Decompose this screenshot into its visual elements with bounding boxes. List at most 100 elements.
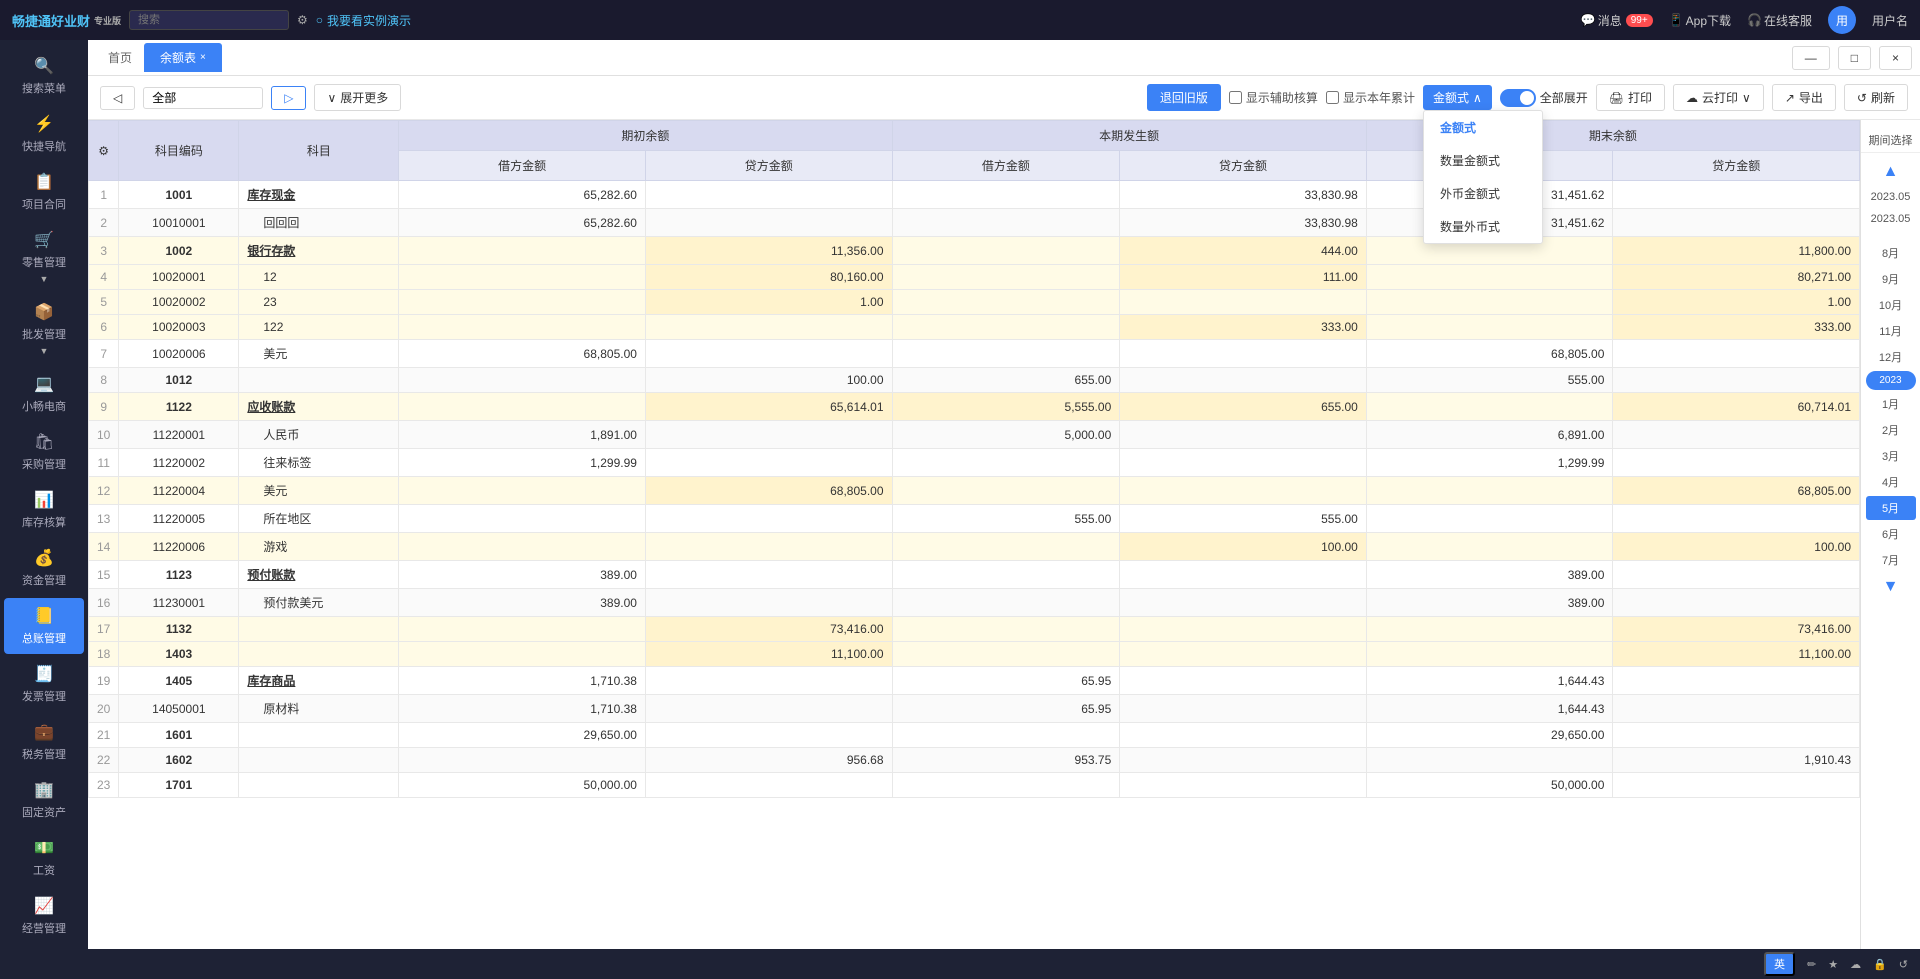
row-name-cell[interactable] <box>239 748 399 773</box>
table-row[interactable]: 17113273,416.0073,416.00 <box>89 617 1860 642</box>
cloud-print-btn[interactable]: ☁ 云打印 ∨ <box>1673 84 1764 111</box>
row-name-cell[interactable]: 美元 <box>239 477 399 505</box>
table-row[interactable]: 1411220006游戏100.00100.00 <box>89 533 1860 561</box>
row-name-cell[interactable] <box>239 723 399 748</box>
table-row[interactable]: 610020003122333.00333.00 <box>89 315 1860 340</box>
table-row[interactable]: 91122应收账款65,614.015,555.00655.0060,714.0… <box>89 393 1860 421</box>
download-btn[interactable]: 📱 App下载 <box>1669 12 1731 29</box>
table-row[interactable]: 1211220004美元68,805.0068,805.00 <box>89 477 1860 505</box>
tab-balance-sheet[interactable]: 余额表 × <box>144 43 222 72</box>
row-name-cell[interactable]: 银行存款 <box>239 237 399 265</box>
sidebar-item-management[interactable]: 📈 经营管理 <box>4 888 84 944</box>
col-settings-header[interactable]: ⚙ <box>89 121 119 181</box>
period-jun[interactable]: 6月 <box>1866 522 1916 546</box>
period-up-arrow[interactable]: ▲ <box>1879 159 1903 185</box>
period-sep[interactable]: 9月 <box>1866 267 1916 291</box>
row-name-cell[interactable]: 美元 <box>239 340 399 368</box>
nav-forward-btn[interactable]: ▷ <box>271 86 306 110</box>
year-badge-2023[interactable]: 2023 <box>1866 371 1916 390</box>
bottom-lock-icon[interactable]: 🔒 <box>1873 958 1887 971</box>
sidebar-item-inventory[interactable]: 📊 库存核算 <box>4 482 84 538</box>
expand-all-switch[interactable] <box>1500 89 1536 107</box>
print-btn[interactable]: 🖨 打印 <box>1596 84 1665 111</box>
sidebar-item-contract[interactable]: 📋 项目合同 <box>4 164 84 220</box>
table-row[interactable]: 11001库存现金65,282.6033,830.9831,451.62 <box>89 181 1860 209</box>
period-down-arrow[interactable]: ▼ <box>1879 574 1903 600</box>
period-2023-05-1[interactable]: 2023.05 <box>1866 187 1916 207</box>
row-name-cell[interactable]: 原材料 <box>239 695 399 723</box>
row-name-cell[interactable]: 23 <box>239 290 399 315</box>
row-name-cell[interactable]: 人民币 <box>239 421 399 449</box>
row-name-cell[interactable]: 应收账款 <box>239 393 399 421</box>
table-row[interactable]: 191405库存商品1,710.3865.951,644.43 <box>89 667 1860 695</box>
row-name-cell[interactable] <box>239 368 399 393</box>
demo-link[interactable]: ○ 我要看实例演示 <box>316 12 411 29</box>
table-row[interactable]: 710020006美元68,805.0068,805.00 <box>89 340 1860 368</box>
period-nov[interactable]: 11月 <box>1866 319 1916 343</box>
sidebar-item-payroll[interactable]: 💵 工资 <box>4 830 84 886</box>
sidebar-item-wholesale[interactable]: 📦 批发管理 ▼ <box>4 294 84 364</box>
row-name-cell[interactable] <box>239 642 399 667</box>
window-minimize-btn[interactable]: — <box>1792 46 1830 70</box>
sidebar-item-funds[interactable]: 💰 资金管理 <box>4 540 84 596</box>
row-name-cell[interactable]: 122 <box>239 315 399 340</box>
sidebar-item-ledger[interactable]: 📒 总账管理 <box>4 598 84 654</box>
tab-home[interactable]: 首页 <box>96 43 144 72</box>
period-2023-05-2[interactable]: 2023.05 <box>1866 209 1916 229</box>
table-row[interactable]: 31002银行存款11,356.00444.0011,800.00 <box>89 237 1860 265</box>
bottom-refresh-icon[interactable]: ↺ <box>1899 958 1908 971</box>
row-name-cell[interactable]: 所在地区 <box>239 505 399 533</box>
show-auxiliary-checkbox[interactable]: 显示辅助核算 <box>1229 89 1318 106</box>
period-aug[interactable]: 8月 <box>1866 241 1916 265</box>
row-name-cell[interactable] <box>239 617 399 642</box>
search-input[interactable] <box>129 10 289 30</box>
refresh-btn[interactable]: ↺ 刷新 <box>1844 84 1908 111</box>
table-row[interactable]: 1011220001人民币1,891.005,000.006,891.00 <box>89 421 1860 449</box>
table-row[interactable]: 151123预付账款389.00389.00 <box>89 561 1860 589</box>
table-row[interactable]: 210010001回回回65,282.6033,830.9831,451.62 <box>89 209 1860 237</box>
menu-item-qty-foreign[interactable]: 数量外币式 <box>1424 210 1542 243</box>
table-row[interactable]: 23170150,000.0050,000.00 <box>89 773 1860 798</box>
sidebar-item-retail[interactable]: 🛒 零售管理 ▼ <box>4 222 84 292</box>
tab-close-icon[interactable]: × <box>200 52 206 63</box>
row-name-cell[interactable]: 12 <box>239 265 399 290</box>
export-btn[interactable]: ↗ 导出 <box>1772 84 1836 111</box>
row-name-cell[interactable]: 回回回 <box>239 209 399 237</box>
table-row[interactable]: 4100200011280,160.00111.0080,271.00 <box>89 265 1860 290</box>
sidebar-item-ecommerce[interactable]: 💻 小畅电商 <box>4 366 84 422</box>
return-old-btn[interactable]: 退回旧版 <box>1147 84 1221 111</box>
user-avatar[interactable]: 用 <box>1828 6 1856 34</box>
period-jan[interactable]: 1月 <box>1866 392 1916 416</box>
expand-more-btn[interactable]: ∨ 展开更多 <box>314 84 401 111</box>
row-name-cell[interactable]: 预付账款 <box>239 561 399 589</box>
settings-icon[interactable]: ⚙ <box>297 13 308 27</box>
row-name-cell[interactable]: 库存商品 <box>239 667 399 695</box>
row-name-cell[interactable]: 预付款美元 <box>239 589 399 617</box>
table-row[interactable]: 18140311,100.0011,100.00 <box>89 642 1860 667</box>
table-row[interactable]: 2014050001原材料1,710.3865.951,644.43 <box>89 695 1860 723</box>
period-dec[interactable]: 12月 <box>1866 345 1916 369</box>
expand-all-toggle[interactable]: 全部展开 <box>1500 89 1588 107</box>
sidebar-item-purchase[interactable]: 🛍 采购管理 <box>4 424 84 480</box>
menu-item-qty-amount[interactable]: 数量金额式 <box>1424 144 1542 177</box>
amount-type-btn[interactable]: 金额式 ∧ <box>1423 85 1492 110</box>
table-row[interactable]: 21160129,650.0029,650.00 <box>89 723 1860 748</box>
sidebar-item-invoice[interactable]: 🧾 发票管理 <box>4 656 84 712</box>
window-close-btn[interactable]: × <box>1879 46 1912 70</box>
table-row[interactable]: 1311220005所在地区555.00555.00 <box>89 505 1860 533</box>
bottom-edit-icon[interactable]: ✏ <box>1807 958 1816 971</box>
window-maximize-btn[interactable]: □ <box>1838 46 1871 70</box>
bottom-cloud-icon[interactable]: ☁ <box>1850 958 1861 971</box>
sidebar-item-assets[interactable]: 🏢 固定资产 <box>4 772 84 828</box>
sidebar-item-tax[interactable]: 💼 税务管理 <box>4 714 84 770</box>
table-row[interactable]: 221602956.68953.751,910.43 <box>89 748 1860 773</box>
row-name-cell[interactable] <box>239 773 399 798</box>
row-name-cell[interactable]: 游戏 <box>239 533 399 561</box>
row-name-cell[interactable]: 库存现金 <box>239 181 399 209</box>
table-settings-icon[interactable]: ⚙ <box>98 144 109 158</box>
account-search-input[interactable] <box>143 87 263 109</box>
menu-item-foreign-amount[interactable]: 外币金额式 <box>1424 177 1542 210</box>
sidebar-item-search[interactable]: 🔍 搜索菜单 <box>4 48 84 104</box>
service-btn[interactable]: 🎧 在线客服 <box>1747 12 1812 29</box>
period-jul[interactable]: 7月 <box>1866 548 1916 572</box>
